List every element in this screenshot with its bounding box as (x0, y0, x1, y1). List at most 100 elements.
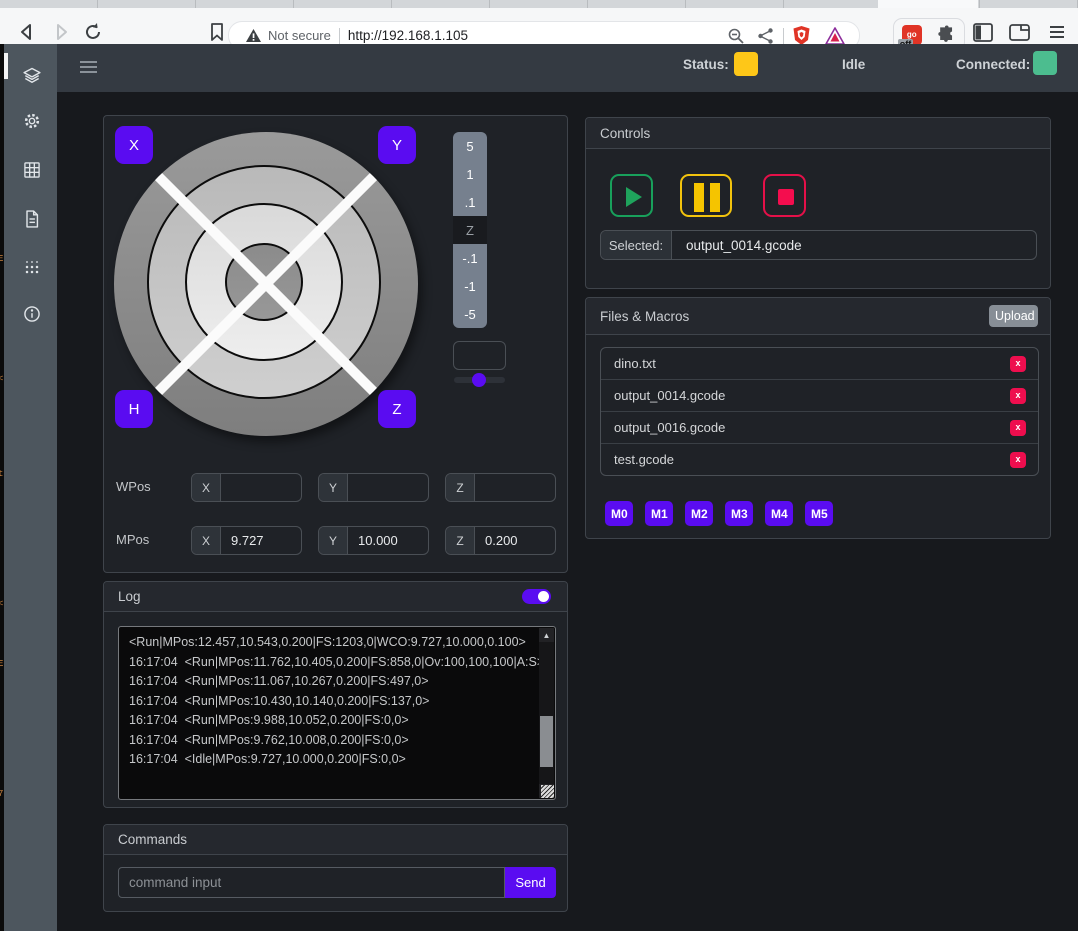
step-option[interactable]: .1 (453, 188, 487, 216)
file-row[interactable]: test.gcodex (601, 444, 1038, 475)
pause-icon (710, 183, 720, 212)
mpos-y-value[interactable]: 10.000 (348, 527, 428, 554)
stop-button[interactable] (763, 174, 806, 217)
controls-title: Controls (600, 126, 650, 141)
zoom-out-icon[interactable] (727, 27, 745, 45)
omnibox-divider (339, 28, 340, 44)
play-button[interactable] (610, 174, 653, 217)
mpos-z-value[interactable]: 0.200 (475, 527, 555, 554)
sidebar-rail (4, 44, 57, 931)
feed-slider[interactable] (454, 377, 505, 383)
mpos-y-field[interactable]: Y 10.000 (318, 526, 429, 555)
log-toggle[interactable] (522, 589, 551, 604)
files-title: Files & Macros (600, 309, 689, 324)
brave-shield-icon[interactable] (792, 25, 811, 46)
share-icon[interactable] (757, 27, 775, 45)
wpos-y-field[interactable]: Y (318, 473, 429, 502)
axis-z-button[interactable]: Z (378, 390, 416, 428)
upload-button[interactable]: Upload (989, 305, 1038, 327)
active-tab[interactable] (878, 0, 978, 8)
sidebar-item-grid[interactable] (22, 160, 42, 180)
axis-y-button[interactable]: Y (378, 126, 416, 164)
jog-wheel[interactable] (114, 132, 418, 436)
macro-button-m5[interactable]: M5 (805, 501, 833, 526)
active-rail-indicator (4, 53, 8, 79)
mpos-row: MPos X 9.727 Y 10.000 Z 0.200 (104, 526, 567, 555)
step-custom-input[interactable] (453, 341, 506, 370)
background-fragment: < (0, 374, 3, 384)
delete-file-button[interactable]: x (1010, 356, 1026, 372)
macro-button-m1[interactable]: M1 (645, 501, 673, 526)
step-option[interactable]: -.1 (453, 244, 487, 272)
connected-label: Connected: (956, 57, 1030, 72)
log-box[interactable]: <Run|MPos:12.457,10.543,0.200|FS:1203,0|… (118, 626, 556, 800)
delete-file-button[interactable]: x (1010, 420, 1026, 436)
mpos-label: MPos (116, 532, 149, 547)
controls-panel: Controls Selected: output_0014.gcode (585, 117, 1051, 289)
log-title: Log (118, 589, 141, 604)
wpos-x-field[interactable]: X (191, 473, 302, 502)
send-button[interactable]: Send (505, 867, 556, 898)
file-row[interactable]: dino.txtx (601, 348, 1038, 380)
sidebar-toggle-icon[interactable] (972, 21, 994, 43)
step-option[interactable]: -1 (453, 272, 487, 300)
browser-tab-strip[interactable] (0, 0, 1078, 8)
macro-button-m0[interactable]: M0 (605, 501, 633, 526)
delete-file-button[interactable]: x (1010, 452, 1026, 468)
bookmark-icon[interactable] (206, 21, 228, 43)
sidebar-item-files[interactable] (22, 209, 42, 229)
macro-button-m2[interactable]: M2 (685, 501, 713, 526)
delete-file-button[interactable]: x (1010, 388, 1026, 404)
file-row[interactable]: output_0014.gcodex (601, 380, 1038, 412)
wpos-x-value[interactable] (221, 474, 301, 501)
step-option[interactable]: 1 (453, 160, 487, 188)
resize-grip[interactable] (541, 785, 554, 798)
extension-icon-text: go (907, 30, 917, 39)
mpos-z-field[interactable]: Z 0.200 (445, 526, 556, 555)
commands-panel: Commands Send (103, 824, 568, 912)
log-panel-header: Log (104, 582, 567, 612)
mpos-x-field[interactable]: X 9.727 (191, 526, 302, 555)
wpos-z-value[interactable] (475, 474, 555, 501)
browser-menu-icon[interactable] (1046, 21, 1068, 43)
wpos-y-value[interactable] (348, 474, 428, 501)
slider-thumb[interactable] (472, 373, 486, 387)
stop-icon (778, 189, 794, 205)
extension-icon[interactable]: go off (902, 25, 922, 45)
macro-button-m4[interactable]: M4 (765, 501, 793, 526)
reload-button[interactable] (82, 21, 104, 43)
file-row[interactable]: output_0016.gcodex (601, 412, 1038, 444)
axis-x-button[interactable]: X (115, 126, 153, 164)
status-label: Status: (683, 57, 729, 72)
step-list: 51.1Z-.1-1-5 (453, 132, 487, 328)
step-option[interactable]: -5 (453, 300, 487, 328)
command-input[interactable] (118, 867, 505, 898)
wallet-icon[interactable] (1008, 21, 1030, 43)
menu-toggle-icon[interactable] (80, 61, 97, 73)
mpos-x-value[interactable]: 9.727 (221, 527, 301, 554)
sidebar-item-keypad[interactable] (22, 257, 42, 277)
macro-button-m3[interactable]: M3 (725, 501, 753, 526)
step-option[interactable]: 5 (453, 132, 487, 160)
commands-title: Commands (118, 832, 187, 847)
extensions-puzzle-icon[interactable] (937, 25, 956, 44)
selected-file-value[interactable]: output_0014.gcode (672, 231, 1036, 259)
wpos-z-field[interactable]: Z (445, 473, 556, 502)
bat-rewards-icon[interactable] (825, 27, 845, 45)
scrollbar-thumb[interactable] (540, 716, 553, 767)
file-name: dino.txt (601, 356, 1010, 371)
log-scrollbar[interactable]: ▲ ▼ (539, 628, 554, 798)
sidebar-item-settings[interactable] (22, 111, 42, 131)
jog-panel: X Y H Z 51.1Z-.1-1-5 WPos X Y Z MPos (103, 115, 568, 573)
back-button[interactable] (16, 21, 38, 43)
url-text[interactable]: http://192.168.1.105 (348, 28, 468, 43)
axis-h-button[interactable]: H (115, 390, 153, 428)
sidebar-item-info[interactable] (22, 304, 42, 324)
pause-button[interactable] (680, 174, 732, 217)
step-option[interactable]: Z (453, 216, 487, 244)
forward-button[interactable] (50, 21, 72, 43)
scroll-up-icon[interactable]: ▲ (539, 628, 554, 642)
sidebar-item-layers[interactable] (22, 66, 42, 86)
background-fragment: < (0, 599, 3, 609)
files-panel: Files & Macros Upload dino.txtxoutput_00… (585, 297, 1051, 539)
